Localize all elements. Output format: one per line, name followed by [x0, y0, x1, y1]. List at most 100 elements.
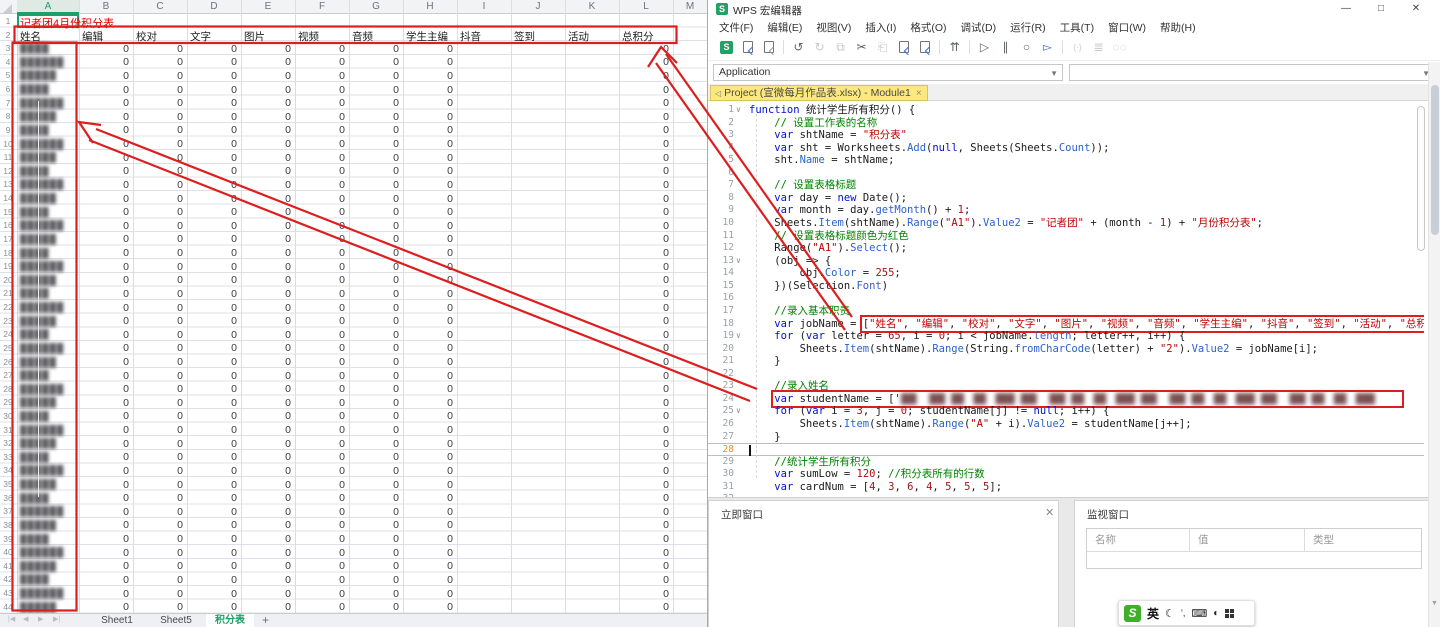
- row-header-33[interactable]: 33: [0, 452, 16, 462]
- points-cell[interactable]: 0: [619, 356, 669, 368]
- points-cell[interactable]: 0: [133, 97, 183, 109]
- points-cell[interactable]: 0: [79, 397, 129, 409]
- points-cell[interactable]: 0: [133, 84, 183, 96]
- window-scrollbar-thumb[interactable]: [1431, 85, 1439, 235]
- points-cell[interactable]: 0: [187, 424, 237, 436]
- immediate-window[interactable]: 立即窗口 ✕: [708, 500, 1059, 627]
- student-name-cell[interactable]: ██████: [20, 57, 64, 67]
- points-cell[interactable]: 0: [133, 302, 183, 314]
- row-header-3[interactable]: 3: [0, 43, 16, 53]
- code-line-4[interactable]: 4 var sht = Worksheets.Add(null, Sheets(…: [708, 142, 1424, 155]
- student-name-cell[interactable]: █████: [20, 520, 57, 530]
- student-name-cell[interactable]: ████: [20, 411, 50, 421]
- points-cell[interactable]: 0: [187, 56, 237, 68]
- points-cell[interactable]: 0: [619, 410, 669, 422]
- row-header-12[interactable]: 12: [0, 166, 16, 176]
- points-cell[interactable]: 0: [349, 56, 399, 68]
- reset-icon[interactable]: ○: [1016, 37, 1037, 57]
- points-cell[interactable]: 0: [619, 465, 669, 477]
- row-header-15[interactable]: 15: [0, 207, 16, 217]
- points-cell[interactable]: 0: [241, 315, 291, 327]
- immediate-window-close-icon[interactable]: ✕: [1045, 506, 1054, 519]
- points-cell[interactable]: 0: [187, 261, 237, 273]
- code-line-24[interactable]: 24 var studentName = ['██▌ ▐██ ██ ▐█▌ ██…: [708, 389, 1424, 408]
- points-cell[interactable]: 0: [349, 424, 399, 436]
- points-cell[interactable]: 0: [187, 588, 237, 600]
- half-shape-icon[interactable]: ◐: [1213, 608, 1219, 619]
- points-cell[interactable]: 0: [133, 247, 183, 259]
- points-cell[interactable]: 0: [241, 70, 291, 82]
- points-cell[interactable]: 0: [403, 56, 453, 68]
- points-cell[interactable]: 0: [241, 84, 291, 96]
- student-name-cell[interactable]: █████: [20, 561, 57, 571]
- code-line-25[interactable]: 25 ∨ for (var i = 3, j = 0; studentName[j…: [708, 405, 1424, 418]
- student-name-cell[interactable]: ████: [20, 452, 50, 462]
- code-line-27[interactable]: 27 }: [708, 431, 1424, 444]
- code-line-17[interactable]: 17 //录入基本职责: [708, 305, 1424, 318]
- column-header-I[interactable]: I: [457, 0, 511, 14]
- column-header-F[interactable]: F: [295, 0, 349, 14]
- points-cell[interactable]: 0: [241, 492, 291, 504]
- points-cell[interactable]: 0: [133, 574, 183, 586]
- points-cell[interactable]: 0: [619, 233, 669, 245]
- points-cell[interactable]: 0: [241, 424, 291, 436]
- code-line-2[interactable]: 2 // 设置工作表的名称: [708, 117, 1424, 130]
- points-cell[interactable]: 0: [133, 370, 183, 382]
- student-name-cell[interactable]: ██████: [20, 506, 64, 516]
- points-cell[interactable]: 0: [241, 220, 291, 232]
- points-cell[interactable]: 0: [133, 206, 183, 218]
- row-header-44[interactable]: 44: [0, 602, 16, 612]
- points-cell[interactable]: 0: [187, 410, 237, 422]
- points-cell[interactable]: 0: [187, 274, 237, 286]
- scroll-down-icon[interactable]: ▼: [1431, 600, 1438, 607]
- student-name-cell[interactable]: ██████: [20, 384, 64, 394]
- points-cell[interactable]: 0: [619, 43, 669, 55]
- points-cell[interactable]: 0: [295, 315, 345, 327]
- code-scrollbar-thumb[interactable]: [1417, 106, 1425, 251]
- points-cell[interactable]: 0: [79, 329, 129, 341]
- points-cell[interactable]: 0: [349, 97, 399, 109]
- switch-to-sheet-icon[interactable]: [737, 37, 758, 57]
- points-cell[interactable]: 0: [133, 274, 183, 286]
- points-cell[interactable]: 0: [349, 111, 399, 123]
- code-line-22[interactable]: 22: [708, 368, 1424, 381]
- row-header-37[interactable]: 37: [0, 506, 16, 516]
- points-cell[interactable]: 0: [403, 601, 453, 613]
- points-cell[interactable]: 0: [133, 533, 183, 545]
- code-line-1[interactable]: 1 ∨ function 统计学生所有积分() {: [708, 104, 1424, 117]
- module-tab-close-icon[interactable]: ×: [916, 88, 922, 99]
- points-cell[interactable]: 0: [133, 70, 183, 82]
- points-cell[interactable]: 0: [349, 370, 399, 382]
- points-cell[interactable]: 0: [349, 302, 399, 314]
- row-header-19[interactable]: 19: [0, 261, 16, 271]
- points-cell[interactable]: 0: [403, 383, 453, 395]
- points-cell[interactable]: 0: [133, 506, 183, 518]
- student-name-cell[interactable]: ██████: [20, 588, 64, 598]
- code-editor[interactable]: 1 ∨ function 统计学生所有积分() {2 // 设置工作表的名称 3 va…: [708, 101, 1424, 497]
- points-cell[interactable]: 0: [403, 492, 453, 504]
- points-cell[interactable]: 0: [241, 370, 291, 382]
- student-name-cell[interactable]: ████: [20, 166, 50, 176]
- points-cell[interactable]: 0: [403, 70, 453, 82]
- points-cell[interactable]: 0: [133, 220, 183, 232]
- row-header-20[interactable]: 20: [0, 275, 16, 285]
- points-cell[interactable]: 0: [187, 70, 237, 82]
- points-cell[interactable]: 0: [133, 138, 183, 150]
- fold-arrow-icon[interactable]: ∨: [736, 405, 741, 418]
- student-name-cell[interactable]: ██████: [20, 465, 64, 475]
- row-header-22[interactable]: 22: [0, 302, 16, 312]
- points-cell[interactable]: 0: [187, 601, 237, 613]
- code-line-3[interactable]: 3 var shtName = "积分表": [708, 129, 1424, 142]
- points-cell[interactable]: 0: [133, 383, 183, 395]
- points-cell[interactable]: 0: [241, 152, 291, 164]
- wps-home-icon[interactable]: S: [716, 37, 737, 57]
- points-cell[interactable]: 0: [187, 342, 237, 354]
- column-header-C[interactable]: C: [133, 0, 187, 14]
- points-cell[interactable]: 0: [349, 533, 399, 545]
- row-header-17[interactable]: 17: [0, 234, 16, 244]
- fold-arrow-icon[interactable]: ∨: [736, 330, 741, 343]
- points-cell[interactable]: 0: [619, 438, 669, 450]
- points-cell[interactable]: 0: [79, 342, 129, 354]
- points-cell[interactable]: 0: [619, 84, 669, 96]
- points-cell[interactable]: 0: [403, 410, 453, 422]
